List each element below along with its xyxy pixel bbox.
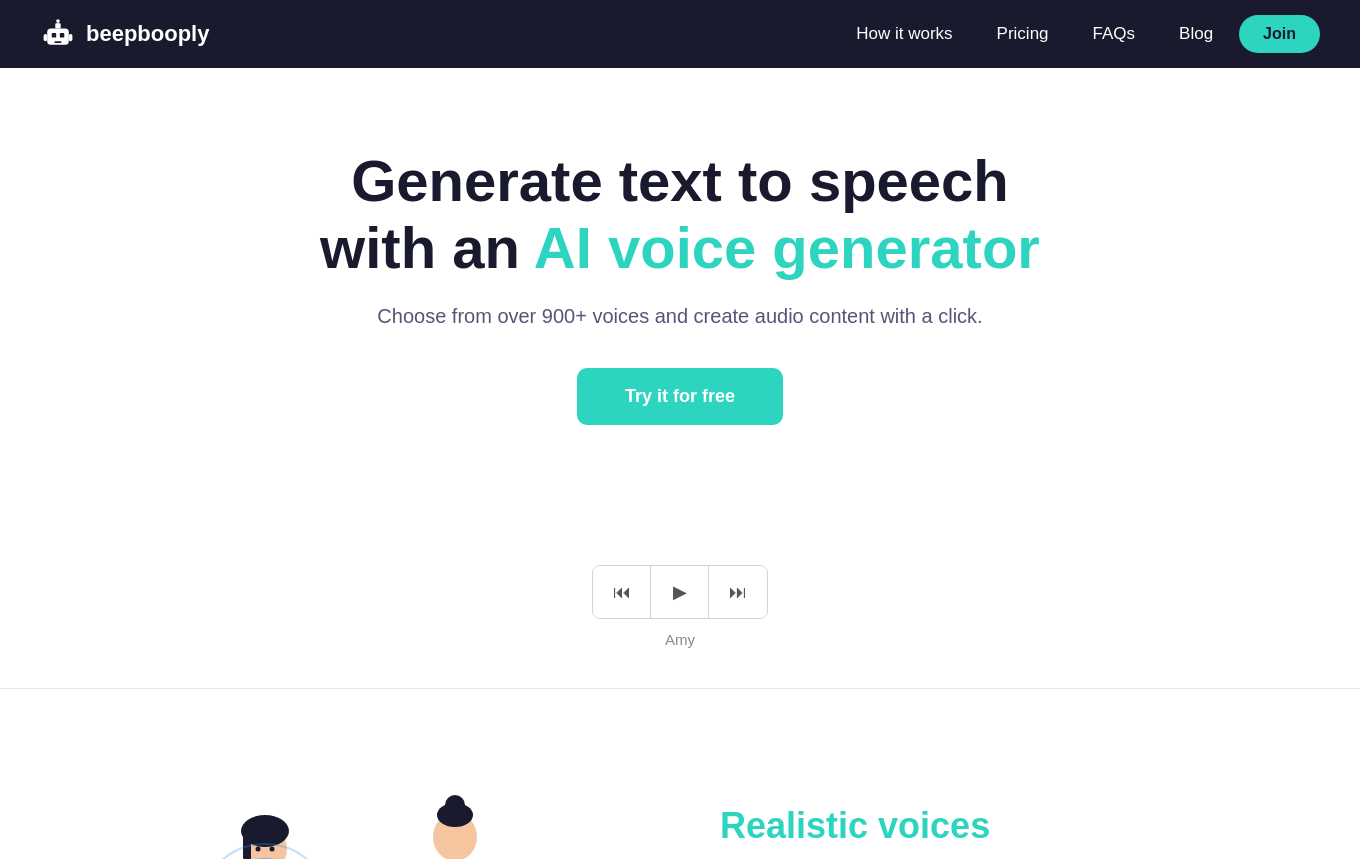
skip-back-button[interactable]: ⏮	[593, 566, 651, 618]
person-illustration-2	[375, 749, 535, 859]
robot-icon	[40, 16, 76, 52]
nav-faqs[interactable]: FAQs	[1075, 16, 1154, 52]
skip-back-icon: ⏮	[613, 582, 631, 603]
player-voice-label: Amy	[665, 631, 695, 648]
play-button[interactable]: ▶	[651, 566, 709, 618]
person-illustration-1	[185, 769, 345, 859]
try-free-button[interactable]: Try it for free	[577, 368, 783, 425]
navbar: beepbooply How it works Pricing FAQs Blo…	[0, 0, 1360, 68]
join-button[interactable]: Join	[1239, 15, 1320, 53]
nav-how-it-works[interactable]: How it works	[838, 16, 970, 52]
nav-links: How it works Pricing FAQs Blog Join	[838, 15, 1320, 53]
features-section: Realistic voices Use cutting-edge AI voi…	[0, 689, 1360, 859]
features-text: Realistic voices Use cutting-edge AI voi…	[720, 805, 1280, 859]
player-section: ⏮ ▶ ⏭ Amy	[0, 505, 1360, 689]
svg-point-14	[270, 847, 275, 852]
play-icon: ▶	[673, 581, 687, 603]
features-title: Realistic voices	[720, 805, 1280, 847]
hero-title: Generate text to speech with an AI voice…	[20, 148, 1340, 281]
illustration-group-1	[185, 769, 345, 859]
player-controls: ⏮ ▶ ⏭	[592, 565, 768, 619]
features-illustration	[80, 749, 640, 859]
skip-forward-button[interactable]: ⏭	[709, 566, 767, 618]
hero-content: Generate text to speech with an AI voice…	[0, 68, 1360, 465]
svg-rect-3	[54, 41, 61, 43]
svg-point-13	[256, 847, 261, 852]
brand-name: beepbooply	[86, 21, 209, 47]
brand-logo[interactable]: beepbooply	[40, 16, 209, 52]
hero-title-line1: Generate text to speech	[351, 148, 1009, 213]
svg-rect-2	[60, 33, 65, 38]
nav-pricing[interactable]: Pricing	[979, 16, 1067, 52]
hero-title-line2-prefix: with an	[320, 215, 534, 280]
hero-subtitle: Choose from over 900+ voices and create …	[20, 305, 1340, 328]
illustration-group-2	[375, 749, 535, 859]
svg-point-28	[445, 795, 465, 815]
svg-rect-8	[69, 34, 73, 41]
svg-rect-1	[52, 33, 57, 38]
skip-forward-icon: ⏭	[729, 582, 747, 603]
svg-rect-7	[44, 34, 48, 41]
hero-title-highlight: AI voice generator	[534, 215, 1040, 280]
svg-point-6	[56, 19, 60, 23]
hero-section: Generate text to speech with an AI voice…	[0, 0, 1360, 505]
nav-blog[interactable]: Blog	[1161, 16, 1231, 52]
